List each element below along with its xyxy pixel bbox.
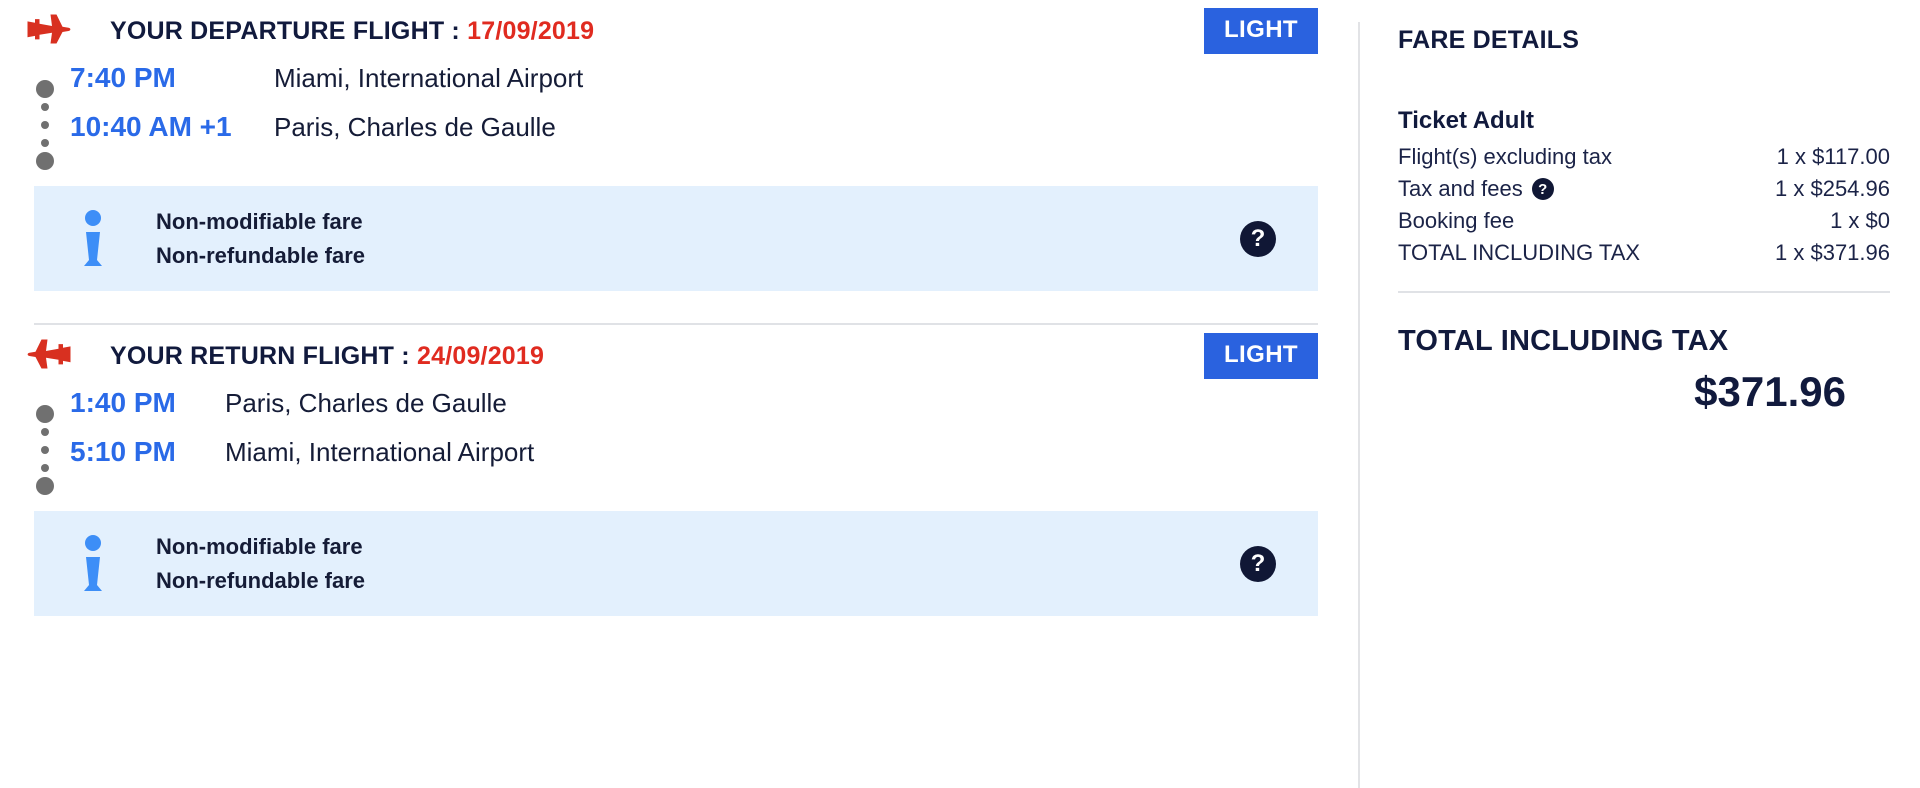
departure-fare-badge[interactable]: LIGHT <box>1204 8 1318 54</box>
timeline-end-dot <box>36 152 54 170</box>
grand-total-label: TOTAL INCLUDING TAX <box>1398 325 1729 357</box>
ticket-type-label: Ticket Adult <box>1398 107 1535 134</box>
fare-line-items: Flight(s) excluding tax 1 x $117.00 Tax … <box>1398 141 1890 269</box>
booking-summary-page: YOUR DEPARTURE FLIGHT : 17/09/2019 LIGHT… <box>0 0 1920 788</box>
departure-origin-airport: Miami, International Airport <box>274 63 584 93</box>
departure-legs: 7:40 PM Miami, International Airport 10:… <box>0 62 1358 170</box>
fare-details-divider <box>1398 291 1890 293</box>
fare-line-label: Flight(s) excluding tax <box>1398 144 1612 169</box>
return-title-text: YOUR RETURN FLIGHT : <box>110 341 410 370</box>
departure-flight-title: YOUR DEPARTURE FLIGHT : 17/09/2019 <box>110 17 594 46</box>
departure-leg-destination: 10:40 AM +1 Paris, Charles de Gaulle <box>26 111 1358 160</box>
plane-right-icon <box>27 14 71 44</box>
fare-details-panel: FARE DETAILS Ticket Adult Flight(s) excl… <box>1360 0 1920 788</box>
departure-fare-note-modifiable: Non-modifiable fare <box>156 209 363 235</box>
departure-fare-conditions-banner: Non-modifiable fare Non-refundable fare … <box>34 186 1318 291</box>
fare-line-label: TOTAL INCLUDING TAX <box>1398 240 1641 265</box>
fare-line-value: 1 x $254.96 <box>1775 176 1890 201</box>
fare-details-heading: FARE DETAILS <box>1398 26 1580 54</box>
fare-line-value: 1 x $0 <box>1830 208 1890 233</box>
grand-total-value: $371.96 <box>1694 368 1846 415</box>
return-fare-badge[interactable]: LIGHT <box>1204 333 1318 379</box>
timeline-mid-dot <box>41 446 49 454</box>
timeline-mid-dot <box>41 103 49 111</box>
departure-date: 17/09/2019 <box>467 16 595 45</box>
tax-and-fees-help-icon[interactable]: ? <box>1531 178 1554 200</box>
return-fare-conditions-banner: Non-modifiable fare Non-refundable fare … <box>34 511 1318 616</box>
departure-fare-note-refundable: Non-refundable fare <box>156 242 366 268</box>
plane-left-icon <box>27 339 71 369</box>
departure-destination-time: 10:40 AM +1 <box>70 111 232 142</box>
fare-line-value: 1 x $117.00 <box>1776 144 1890 169</box>
timeline-start-dot <box>36 405 54 423</box>
return-leg-origin: 1:40 PM Paris, Charles de Gaulle <box>26 387 1358 436</box>
fare-line-value: 1 x $371.96 <box>1775 240 1890 265</box>
timeline-mid-dot <box>41 428 49 436</box>
return-date: 24/09/2019 <box>416 341 545 370</box>
departure-help-icon[interactable]: ? <box>1240 220 1276 257</box>
fare-line-flights-excluding-tax: Flight(s) excluding tax 1 x $117.00 <box>1398 141 1890 173</box>
info-icon <box>84 209 102 266</box>
departure-flight-block: YOUR DEPARTURE FLIGHT : 17/09/2019 LIGHT… <box>0 0 1358 291</box>
timeline-end-dot <box>36 477 54 495</box>
itinerary-panel: YOUR DEPARTURE FLIGHT : 17/09/2019 LIGHT… <box>0 0 1358 788</box>
departure-flight-header: YOUR DEPARTURE FLIGHT : 17/09/2019 LIGHT <box>0 0 1358 62</box>
return-origin-time: 1:40 PM <box>70 387 176 418</box>
timeline-mid-dot <box>41 464 49 472</box>
fare-line-label: Booking fee <box>1398 208 1515 233</box>
return-origin-airport: Paris, Charles de Gaulle <box>225 388 507 418</box>
timeline-mid-dot <box>41 139 49 147</box>
return-flight-title: YOUR RETURN FLIGHT : 24/09/2019 <box>110 342 544 371</box>
fare-line-total-including-tax: TOTAL INCLUDING TAX 1 x $371.96 <box>1398 237 1890 269</box>
return-flight-header: YOUR RETURN FLIGHT : 24/09/2019 LIGHT <box>0 325 1358 387</box>
return-leg-destination: 5:10 PM Miami, International Airport <box>26 436 1358 485</box>
departure-leg-origin: 7:40 PM Miami, International Airport <box>26 62 1358 111</box>
departure-title-text: YOUR DEPARTURE FLIGHT : <box>110 16 460 45</box>
fare-line-booking-fee: Booking fee 1 x $0 <box>1398 205 1890 237</box>
return-help-icon[interactable]: ? <box>1240 545 1276 582</box>
fare-line-tax-and-fees: Tax and fees ? 1 x $254.96 <box>1398 173 1890 205</box>
return-fare-note-refundable: Non-refundable fare <box>156 567 366 593</box>
return-destination-airport: Miami, International Airport <box>225 437 535 467</box>
departure-origin-time: 7:40 PM <box>70 62 176 93</box>
return-fare-note-modifiable: Non-modifiable fare <box>156 534 363 560</box>
return-destination-time: 5:10 PM <box>70 436 176 467</box>
return-legs: 1:40 PM Paris, Charles de Gaulle 5:10 PM… <box>0 387 1358 495</box>
timeline-mid-dot <box>41 121 49 129</box>
timeline-start-dot <box>36 80 54 98</box>
departure-timeline <box>33 80 57 170</box>
fare-line-label: Tax and fees ? <box>1398 176 1554 202</box>
return-timeline <box>33 405 57 495</box>
info-icon <box>84 534 102 591</box>
fare-line-label-text: Tax and fees <box>1398 176 1523 201</box>
return-flight-block: YOUR RETURN FLIGHT : 24/09/2019 LIGHT 1:… <box>0 325 1358 616</box>
departure-destination-airport: Paris, Charles de Gaulle <box>274 112 556 142</box>
